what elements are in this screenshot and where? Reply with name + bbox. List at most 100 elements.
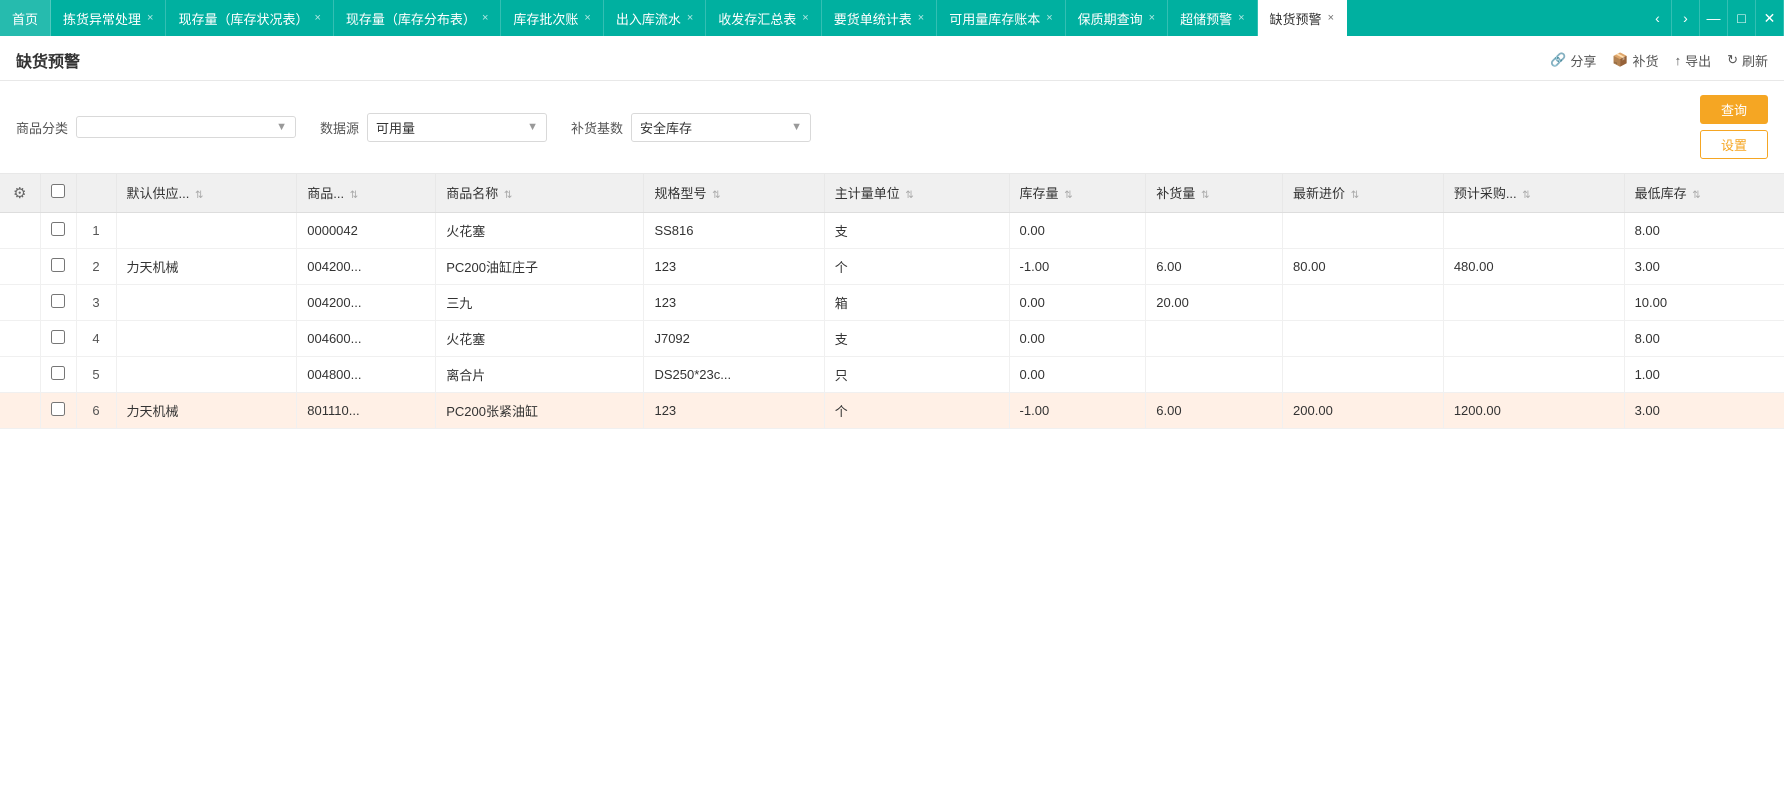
scroll-right-button[interactable]: › xyxy=(1672,0,1700,36)
window-close-button[interactable]: ✕ xyxy=(1756,0,1784,36)
row-latest-price: 200.00 xyxy=(1283,392,1444,428)
filter-bar: 商品分类 ▼ 数据源 可用量 ▼ 补货基数 安全库存 ▼ 查询 设置 xyxy=(0,81,1784,174)
row-min-stock: 3.00 xyxy=(1624,248,1784,284)
row-checkbox[interactable] xyxy=(51,294,65,308)
goods-category-select[interactable]: ▼ xyxy=(76,116,296,138)
row-goods-name: 离合片 xyxy=(436,356,644,392)
row-checkbox[interactable] xyxy=(51,222,65,236)
page-header: 缺货预警 🔗 分享 📦 补货 ↑ 导出 ↻ 刷新 xyxy=(0,36,1784,81)
row-supplier xyxy=(116,284,297,320)
row-estimate-purchase: 1200.00 xyxy=(1443,392,1624,428)
tab-stock-distribution[interactable]: 现存量（库存分布表） × xyxy=(334,0,501,36)
tab-home[interactable]: 首页 xyxy=(0,0,51,36)
row-estimate-purchase: 480.00 xyxy=(1443,248,1624,284)
column-min-stock[interactable]: 最低库存 ⇅ xyxy=(1624,174,1784,212)
row-gear xyxy=(0,248,40,284)
window-minimize-button[interactable]: ― xyxy=(1700,0,1728,36)
close-icon[interactable]: × xyxy=(482,12,488,24)
close-icon[interactable]: × xyxy=(584,12,590,24)
tab-picking-exception[interactable]: 拣货异常处理 × xyxy=(51,0,166,36)
tab-expiry-query[interactable]: 保质期查询 × xyxy=(1066,0,1168,36)
refresh-icon: ↻ xyxy=(1727,52,1738,68)
data-source-select[interactable]: 可用量 ▼ xyxy=(367,113,547,142)
row-goods-code: 801110... xyxy=(297,392,436,428)
close-icon[interactable]: × xyxy=(147,12,153,24)
column-gear[interactable]: ⚙ xyxy=(0,174,40,212)
row-latest-price xyxy=(1283,212,1444,248)
tab-requisition-stats[interactable]: 要货单统计表 × xyxy=(822,0,937,36)
column-supplier[interactable]: 默认供应... ⇅ xyxy=(116,174,297,212)
row-restock xyxy=(1146,212,1283,248)
row-checkbox-cell xyxy=(40,320,76,356)
restock-button[interactable]: 📦 补货 xyxy=(1612,51,1658,70)
page-title: 缺货预警 xyxy=(16,48,80,72)
column-goods-name[interactable]: 商品名称 ⇅ xyxy=(436,174,644,212)
column-restock[interactable]: 补货量 ⇅ xyxy=(1146,174,1283,212)
action-buttons: 查询 设置 xyxy=(1700,95,1768,159)
row-restock: 6.00 xyxy=(1146,248,1283,284)
sort-icon: ⇅ xyxy=(350,190,358,201)
row-estimate-purchase xyxy=(1443,212,1624,248)
row-checkbox-cell xyxy=(40,212,76,248)
data-source-value: 可用量 xyxy=(376,118,415,137)
close-icon[interactable]: × xyxy=(1149,12,1155,24)
row-checkbox[interactable] xyxy=(51,402,65,416)
row-checkbox[interactable] xyxy=(51,330,65,344)
tab-available-ledger[interactable]: 可用量库存账本 × xyxy=(937,0,1065,36)
row-num: 2 xyxy=(76,248,116,284)
table-header-row: ⚙ 默认供应... ⇅ 商品... ⇅ xyxy=(0,174,1784,212)
table-row: 5 004800... 离合片 DS250*23c... 只 0.00 1.00 xyxy=(0,356,1784,392)
select-all-checkbox[interactable] xyxy=(51,184,65,198)
column-estimate-purchase[interactable]: 预计采购... ⇅ xyxy=(1443,174,1624,212)
row-supplier xyxy=(116,356,297,392)
row-checkbox[interactable] xyxy=(51,258,65,272)
settings-button[interactable]: 设置 xyxy=(1700,130,1768,159)
scroll-left-button[interactable]: ‹ xyxy=(1644,0,1672,36)
tab-stock-batch[interactable]: 库存批次账 × xyxy=(501,0,603,36)
tab-stock-status[interactable]: 现存量（库存状况表） × xyxy=(166,0,333,36)
row-restock: 20.00 xyxy=(1146,284,1283,320)
data-source-label: 数据源 xyxy=(320,118,359,137)
share-button[interactable]: 🔗 分享 xyxy=(1550,51,1596,70)
top-navigation: 首页 拣货异常处理 × 现存量（库存状况表） × 现存量（库存分布表） × 库存… xyxy=(0,0,1784,36)
close-icon[interactable]: × xyxy=(687,12,693,24)
column-stock[interactable]: 库存量 ⇅ xyxy=(1009,174,1146,212)
chevron-down-icon: ▼ xyxy=(791,121,802,133)
close-icon[interactable]: × xyxy=(314,12,320,24)
close-icon[interactable]: × xyxy=(1046,12,1052,24)
close-icon[interactable]: × xyxy=(802,12,808,24)
row-goods-name: PC200张紧油缸 xyxy=(436,392,644,428)
column-goods-code[interactable]: 商品... ⇅ xyxy=(297,174,436,212)
restock-base-select[interactable]: 安全库存 ▼ xyxy=(631,113,811,142)
export-button[interactable]: ↑ 导出 xyxy=(1675,51,1712,70)
sort-icon: ⇅ xyxy=(712,190,720,201)
shortage-table: ⚙ 默认供应... ⇅ 商品... ⇅ xyxy=(0,174,1784,429)
close-icon[interactable]: × xyxy=(918,12,924,24)
column-num xyxy=(76,174,116,212)
row-num: 3 xyxy=(76,284,116,320)
column-spec[interactable]: 规格型号 ⇅ xyxy=(644,174,824,212)
table-row: 6 力天机械 801110... PC200张紧油缸 123 个 -1.00 6… xyxy=(0,392,1784,428)
sort-icon: ⇅ xyxy=(195,190,203,201)
query-button[interactable]: 查询 xyxy=(1700,95,1768,124)
table-row: 2 力天机械 004200... PC200油缸庄子 123 个 -1.00 6… xyxy=(0,248,1784,284)
column-latest-price[interactable]: 最新进价 ⇅ xyxy=(1283,174,1444,212)
row-spec: SS816 xyxy=(644,212,824,248)
row-restock xyxy=(1146,320,1283,356)
refresh-button[interactable]: ↻ 刷新 xyxy=(1727,51,1768,70)
export-icon: ↑ xyxy=(1675,53,1682,68)
table-container: ⚙ 默认供应... ⇅ 商品... ⇅ xyxy=(0,174,1784,429)
tab-inout-flow[interactable]: 出入库流水 × xyxy=(604,0,706,36)
tab-overstock-warning[interactable]: 超储预警 × xyxy=(1168,0,1257,36)
tab-receive-summary[interactable]: 收发存汇总表 × xyxy=(706,0,821,36)
row-checkbox[interactable] xyxy=(51,366,65,380)
column-unit[interactable]: 主计量单位 ⇅ xyxy=(824,174,1009,212)
restock-base-group: 补货基数 安全库存 ▼ xyxy=(571,113,811,142)
close-icon[interactable]: × xyxy=(1238,12,1244,24)
sort-icon: ⇅ xyxy=(1064,190,1072,201)
row-spec: 123 xyxy=(644,392,824,428)
close-icon[interactable]: × xyxy=(1328,12,1334,24)
window-maximize-button[interactable]: □ xyxy=(1728,0,1756,36)
tab-shortage-warning[interactable]: 缺货预警 × xyxy=(1258,0,1347,36)
row-unit: 个 xyxy=(824,392,1009,428)
